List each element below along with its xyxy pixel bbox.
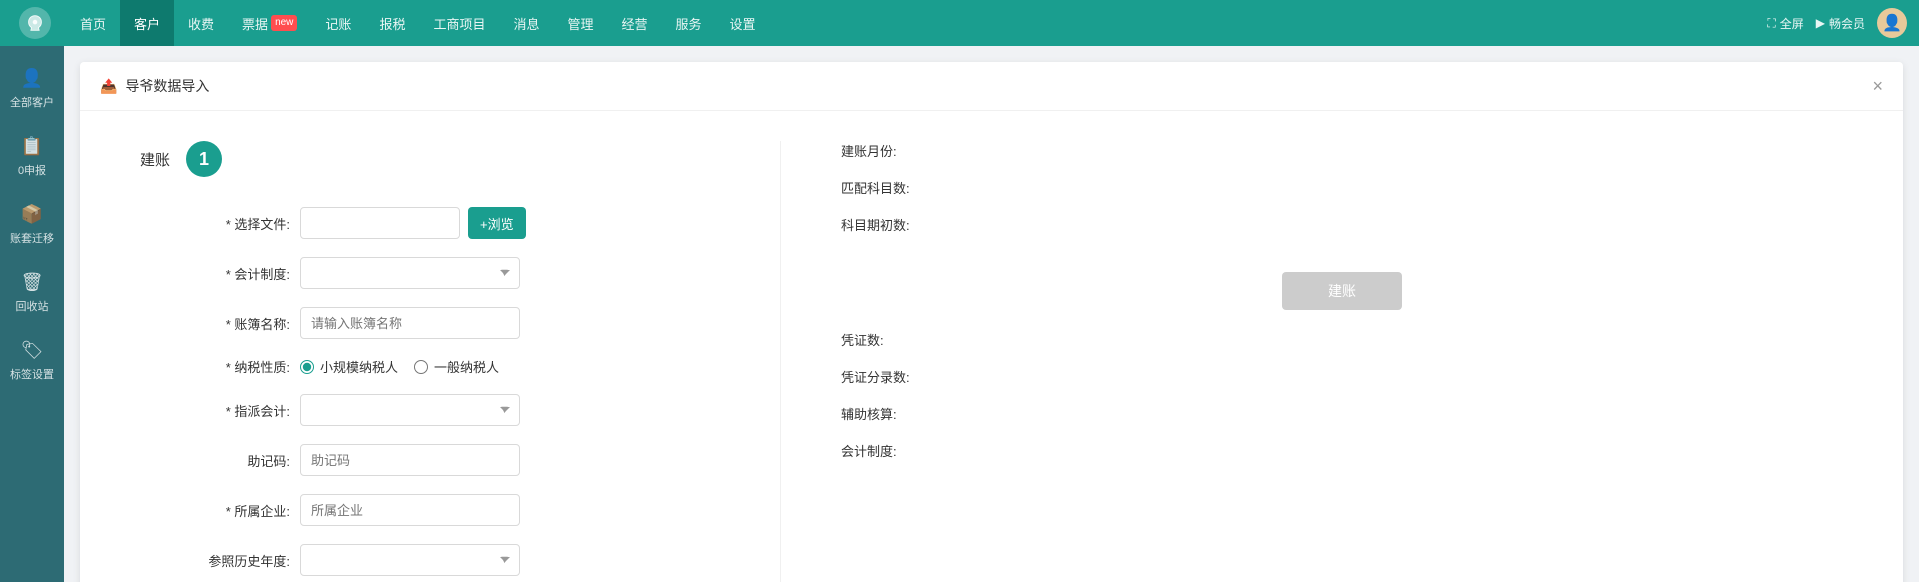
accountant-form-row: * 指派会计: ▼ [140, 394, 740, 426]
general-taxpayer-radio[interactable] [414, 360, 428, 374]
tax-type-label: * 纳税性质: [200, 357, 300, 376]
sidebar-item-migrate[interactable]: 📦 账套迁移 [0, 192, 64, 256]
app-body: 👤 全部客户 📋 0申报 📦 账套迁移 🗑 回收站 🏷 标签设置 📤 导爷数据导… [0, 46, 1919, 582]
app-logo [12, 0, 58, 46]
history-year-select-wrapper: ▼ [300, 544, 520, 576]
aux-calc-row: 辅助核算: [841, 404, 1843, 423]
avatar-icon: 👤 [1882, 13, 1902, 33]
build-month-label: 建账月份: [841, 141, 941, 160]
build-account-button[interactable]: 建账 [1282, 272, 1402, 310]
play-icon: ▶ [1816, 16, 1825, 30]
dialog-title: 导爷数据导入 [125, 76, 209, 96]
top-navigation: 首页 客户 收费 票据 new 记账 报税 工商项目 消息 管理 经营 服务 设… [0, 0, 1919, 46]
nav-item-business[interactable]: 工商项目 [419, 0, 499, 46]
accountant-label: * 指派会计: [200, 401, 300, 420]
accounting-system-label: 会计制度: [841, 441, 941, 460]
nav-item-invoices[interactable]: 票据 new [228, 0, 311, 46]
history-year-label: 参照历史年度: [200, 551, 300, 570]
match-subjects-label: 匹配科目数: [841, 178, 941, 197]
step-label: 建账 [140, 149, 170, 170]
file-input-group: +浏览 [300, 207, 526, 239]
nav-item-services[interactable]: 服务 [662, 0, 716, 46]
accounting-label: * 会计制度: [200, 264, 300, 283]
match-subjects-row: 匹配科目数: [841, 178, 1843, 197]
memo-form-row: 助记码: [140, 444, 740, 476]
accounting-form-row: * 会计制度: ▼ [140, 257, 740, 289]
tax-type-form-row: * 纳税性质: 小规模纳税人 一般纳税人 [140, 357, 740, 376]
tax-type-radio-group: 小规模纳税人 一般纳税人 [300, 357, 499, 376]
fullscreen-button[interactable]: ⛶ 全屏 [1767, 15, 1803, 32]
dialog-card: 📤 导爷数据导入 × 建账 1 * 选择文件: [80, 62, 1903, 582]
history-year-form-row: 参照历史年度: ▼ [140, 544, 740, 576]
company-label: * 所属企业: [200, 501, 300, 520]
history-year-select[interactable] [300, 544, 520, 576]
sidebar: 👤 全部客户 📋 0申报 📦 账套迁移 🗑 回收站 🏷 标签设置 [0, 46, 64, 582]
recycle-icon: 🗑 [20, 270, 44, 294]
sidebar-item-declare[interactable]: 📋 0申报 [0, 124, 64, 188]
tag-icon: 🏷 [20, 338, 44, 362]
step-circle: 1 [186, 141, 222, 177]
info-section: 建账月份: 匹配科目数: 科目期初数: 建账 [780, 141, 1843, 582]
memo-input[interactable] [300, 444, 520, 476]
user-avatar[interactable]: 👤 [1877, 8, 1907, 38]
subject-init-label: 科目期初数: [841, 215, 941, 234]
sidebar-item-all-clients[interactable]: 👤 全部客户 [0, 56, 64, 120]
nav-item-home[interactable]: 首页 [66, 0, 120, 46]
aux-calc-label: 辅助核算: [841, 404, 941, 423]
ledger-name-form-row: * 账簿名称: [140, 307, 740, 339]
build-month-row: 建账月份: [841, 141, 1843, 160]
ledger-name-label: * 账簿名称: [200, 314, 300, 333]
file-label: * 选择文件: [200, 214, 300, 233]
nav-item-bookkeeping[interactable]: 记账 [311, 0, 365, 46]
voucher-records-row: 凭证分录数: [841, 367, 1843, 386]
file-input[interactable] [300, 207, 460, 239]
dialog-body: 建账 1 * 选择文件: +浏览 [80, 111, 1903, 582]
nav-item-operations[interactable]: 经营 [608, 0, 662, 46]
company-input[interactable] [300, 494, 520, 526]
voucher-label: 凭证数: [841, 330, 941, 349]
form-section: 建账 1 * 选择文件: +浏览 [140, 141, 740, 582]
nav-item-client[interactable]: 客户 [120, 0, 174, 46]
company-form-row: * 所属企业: [140, 494, 740, 526]
browse-button[interactable]: +浏览 [468, 207, 526, 239]
nav-item-messages[interactable]: 消息 [499, 0, 553, 46]
small-taxpayer-radio[interactable] [300, 360, 314, 374]
new-badge: new [271, 15, 297, 31]
dialog-header: 📤 导爷数据导入 × [80, 62, 1903, 111]
accounting-select-wrapper: ▼ [300, 257, 520, 289]
vip-button[interactable]: ▶ 畅会员 [1816, 15, 1865, 32]
nav-item-settings[interactable]: 设置 [716, 0, 770, 46]
memo-label: 助记码: [200, 451, 300, 470]
all-clients-icon: 👤 [20, 66, 44, 90]
close-button[interactable]: × [1872, 76, 1883, 97]
accountant-select[interactable] [300, 394, 520, 426]
migrate-icon: 📦 [20, 202, 44, 226]
general-taxpayer-option[interactable]: 一般纳税人 [414, 357, 499, 376]
ledger-name-input[interactable] [300, 307, 520, 339]
main-content: 📤 导爷数据导入 × 建账 1 * 选择文件: [64, 46, 1919, 582]
nav-item-tax[interactable]: 报税 [365, 0, 419, 46]
small-taxpayer-option[interactable]: 小规模纳税人 [300, 357, 398, 376]
voucher-row: 凭证数: [841, 330, 1843, 349]
sidebar-item-recycle[interactable]: 🗑 回收站 [0, 260, 64, 324]
nav-item-fees[interactable]: 收费 [174, 0, 228, 46]
import-icon: 📤 [100, 78, 117, 95]
accounting-select[interactable] [300, 257, 520, 289]
accountant-select-wrapper: ▼ [300, 394, 520, 426]
voucher-records-label: 凭证分录数: [841, 367, 941, 386]
nav-item-management[interactable]: 管理 [553, 0, 607, 46]
file-form-row: * 选择文件: +浏览 [140, 207, 740, 239]
fullscreen-icon: ⛶ [1767, 16, 1775, 31]
sidebar-item-tags[interactable]: 🏷 标签设置 [0, 328, 64, 392]
accounting-system-row: 会计制度: [841, 441, 1843, 460]
step-header: 建账 1 [140, 141, 740, 177]
nav-right-area: ⛶ 全屏 ▶ 畅会员 👤 [1767, 8, 1907, 38]
subject-init-row: 科目期初数: [841, 215, 1843, 234]
declare-icon: 📋 [20, 134, 44, 158]
